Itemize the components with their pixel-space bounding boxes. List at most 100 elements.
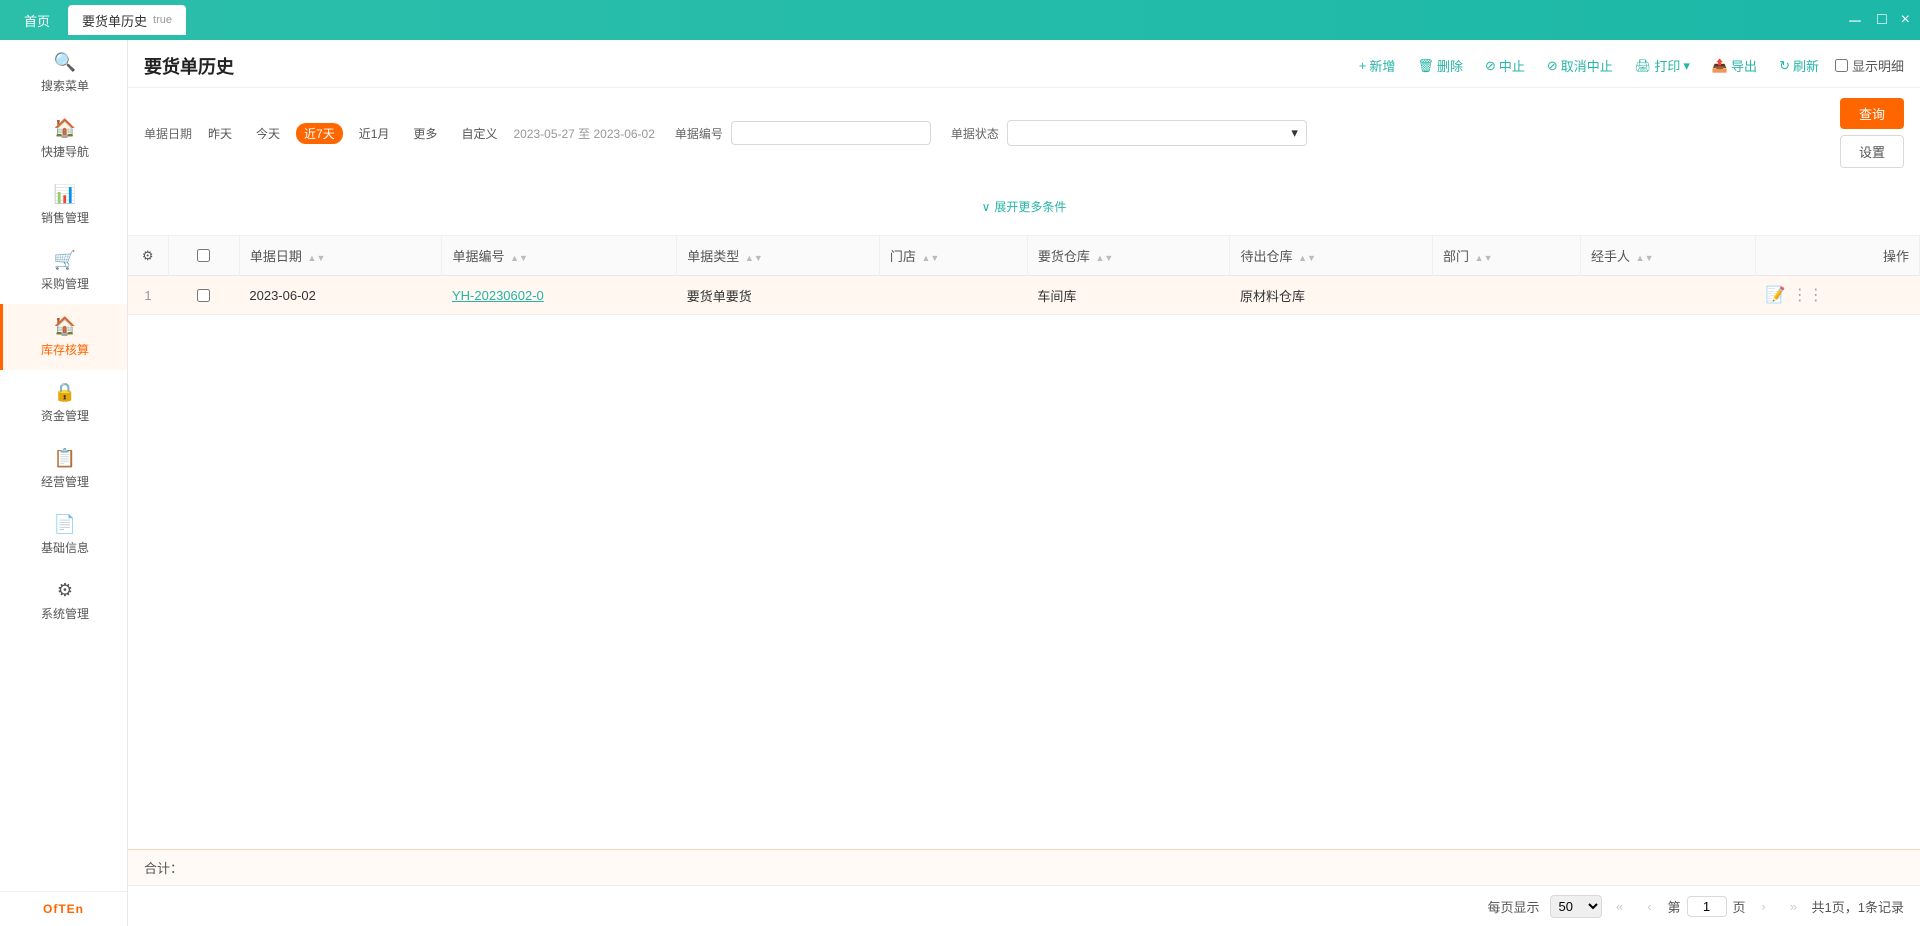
date-range-text: 2023-05-27 至 2023-06-02	[513, 125, 654, 142]
sidebar-item-basic-info[interactable]: 📄 基础信息	[0, 502, 127, 568]
sidebar-item-ops-mgmt[interactable]: 📋 经营管理	[0, 436, 127, 502]
page-actions: + 新增 🗑 删除 ⊘ 中止 ⊘ 取消中止	[1353, 52, 1904, 79]
doc-status-select[interactable]: ▾	[1007, 120, 1307, 146]
prev-page-btn[interactable]: ‹	[1638, 894, 1662, 918]
date-chip-yesterday[interactable]: 昨天	[200, 123, 240, 144]
query-button[interactable]: 查询	[1840, 98, 1904, 129]
table-row[interactable]: 1 2023-06-02 YH-20230602-0 要货单要货 车间库	[128, 276, 1920, 315]
tab-home[interactable]: 首页	[10, 5, 64, 35]
th-settings[interactable]: ⚙	[128, 236, 168, 276]
maximize-btn[interactable]: □	[1877, 11, 1887, 29]
th-pending-warehouse[interactable]: 待出仓库 ▲▼	[1230, 236, 1433, 276]
refresh-label: 刷新	[1793, 56, 1819, 75]
tab-requisition-history[interactable]: 要货单历史 true	[68, 5, 186, 35]
row-doc-number[interactable]: YH-20230602-0	[442, 276, 677, 315]
date-filter-label: 单据日期	[144, 125, 192, 142]
refresh-button[interactable]: ↻ 刷新	[1773, 52, 1825, 79]
per-page-select[interactable]: 20 50 100 200	[1550, 895, 1602, 918]
next-page-btn[interactable]: ›	[1752, 894, 1776, 918]
th-doc-number[interactable]: 单据编号 ▲▼	[442, 236, 677, 276]
th-doc-date[interactable]: 单据日期 ▲▼	[239, 236, 442, 276]
close-tab-icon[interactable]: true	[153, 14, 172, 26]
export-icon: 📤	[1712, 58, 1728, 74]
th-store-label: 门店	[890, 249, 916, 264]
new-button[interactable]: + 新增	[1353, 52, 1402, 79]
table-wrapper: ⚙ 单据日期 ▲▼	[128, 236, 1920, 849]
sidebar-item-system-mgmt[interactable]: ⚙ 系统管理	[0, 568, 127, 634]
new-label: 新增	[1369, 56, 1395, 75]
purchase-mgmt-icon: 🛒	[54, 250, 76, 271]
pending-warehouse-sort-icon[interactable]: ▲▼	[1298, 254, 1316, 263]
th-req-warehouse[interactable]: 要货仓库 ▲▼	[1027, 236, 1230, 276]
cancel-suspend-icon: ⊘	[1547, 58, 1558, 74]
total-info: 共1页，1条记录	[1812, 897, 1904, 916]
doc-date-sort-icon[interactable]: ▲▼	[308, 254, 326, 263]
cancel-suspend-button[interactable]: ⊘ 取消中止	[1541, 52, 1619, 79]
expand-more-icon: ∨	[982, 200, 991, 214]
close-btn[interactable]: ×	[1901, 11, 1910, 29]
select-all-checkbox[interactable]	[197, 249, 210, 262]
sidebar-item-finance-mgmt[interactable]: 🔒 资金管理	[0, 370, 127, 436]
sidebar-item-search-menu[interactable]: 🔍 搜索菜单	[0, 40, 127, 106]
display-detail-check[interactable]: 显示明细	[1835, 56, 1904, 75]
date-chip-1month[interactable]: 近1月	[351, 123, 398, 144]
sidebar-item-sales-mgmt[interactable]: 📊 销售管理	[0, 172, 127, 238]
top-bar: 首页 要货单历史 true － □ ×	[0, 0, 1920, 40]
th-doc-date-label: 单据日期	[250, 249, 302, 264]
sidebar-item-sales-mgmt-label: 销售管理	[41, 209, 89, 226]
th-handler-label: 经手人	[1591, 249, 1630, 264]
first-page-btn[interactable]: «	[1608, 894, 1632, 918]
handler-sort-icon[interactable]: ▲▼	[1636, 254, 1654, 263]
th-handler[interactable]: 经手人 ▲▼	[1581, 236, 1756, 276]
date-chip-7days[interactable]: 近7天	[296, 123, 343, 144]
sidebar-item-purchase-mgmt-label: 采购管理	[41, 275, 89, 292]
th-department-label: 部门	[1443, 249, 1469, 264]
filter-action-buttons: 查询 设置	[1840, 98, 1904, 168]
print-button[interactable]: 🖨 打印 ▾	[1629, 52, 1696, 79]
th-checkbox[interactable]	[168, 236, 239, 276]
minimize-btn[interactable]: －	[1847, 8, 1863, 32]
row-edit-btn[interactable]: 📝	[1766, 285, 1786, 305]
export-button[interactable]: 📤 导出	[1706, 52, 1763, 79]
sidebar-item-inventory-calc[interactable]: 🏠 库存核算	[0, 304, 127, 370]
refresh-icon: ↻	[1779, 58, 1790, 74]
sidebar-item-system-mgmt-label: 系统管理	[41, 605, 89, 622]
store-sort-icon[interactable]: ▲▼	[922, 254, 940, 263]
doc-type-sort-icon[interactable]: ▲▼	[745, 254, 763, 263]
req-warehouse-sort-icon[interactable]: ▲▼	[1095, 254, 1113, 263]
inventory-calc-icon: 🏠	[54, 316, 76, 337]
print-arrow-icon: ▾	[1683, 58, 1690, 74]
date-chip-today[interactable]: 今天	[248, 123, 288, 144]
sidebar-item-purchase-mgmt[interactable]: 🛒 采购管理	[0, 238, 127, 304]
expand-more-btn[interactable]: ∨ 展开更多条件	[982, 192, 1067, 221]
sidebar-item-quick-nav-label: 快捷导航	[41, 143, 89, 160]
date-chip-custom[interactable]: 自定义	[453, 123, 505, 144]
last-page-btn[interactable]: »	[1782, 894, 1806, 918]
pagination-bar: 每页显示 20 50 100 200 « ‹ 第 页 › » 共1页，1条记录	[128, 885, 1920, 926]
page-number-input[interactable]	[1687, 896, 1727, 917]
display-detail-checkbox[interactable]	[1835, 59, 1848, 72]
doc-number-label: 单据编号	[675, 125, 723, 142]
date-chip-more[interactable]: 更多	[405, 123, 445, 144]
row-more-btn[interactable]: ⋮⋮	[1792, 285, 1824, 305]
date-filter-group: 单据日期 昨天 今天 近7天 近1月 更多 自定义 2023-05-27 至 2…	[144, 123, 655, 144]
department-sort-icon[interactable]: ▲▼	[1475, 254, 1493, 263]
doc-number-input[interactable]	[731, 121, 931, 145]
suspend-button[interactable]: ⊘ 中止	[1479, 52, 1531, 79]
doc-number-sort-icon[interactable]: ▲▼	[510, 254, 528, 263]
settings-button[interactable]: 设置	[1840, 135, 1904, 168]
suspend-label: 中止	[1499, 56, 1525, 75]
th-store[interactable]: 门店 ▲▼	[879, 236, 1027, 276]
table-settings-icon[interactable]: ⚙	[142, 248, 154, 264]
sidebar-item-basic-info-label: 基础信息	[41, 539, 89, 556]
row-checkbox-cell[interactable]	[168, 276, 239, 315]
tab-home-label: 首页	[24, 11, 50, 30]
display-detail-label: 显示明细	[1852, 56, 1904, 75]
table-header-row: ⚙ 单据日期 ▲▼	[128, 236, 1920, 276]
delete-button[interactable]: 🗑 删除	[1411, 52, 1469, 79]
row-checkbox[interactable]	[197, 289, 210, 302]
th-doc-type[interactable]: 单据类型 ▲▼	[677, 236, 880, 276]
filter-expand-row: ∨ 展开更多条件	[144, 188, 1904, 225]
th-department[interactable]: 部门 ▲▼	[1433, 236, 1581, 276]
sidebar-item-quick-nav[interactable]: 🏠 快捷导航	[0, 106, 127, 172]
